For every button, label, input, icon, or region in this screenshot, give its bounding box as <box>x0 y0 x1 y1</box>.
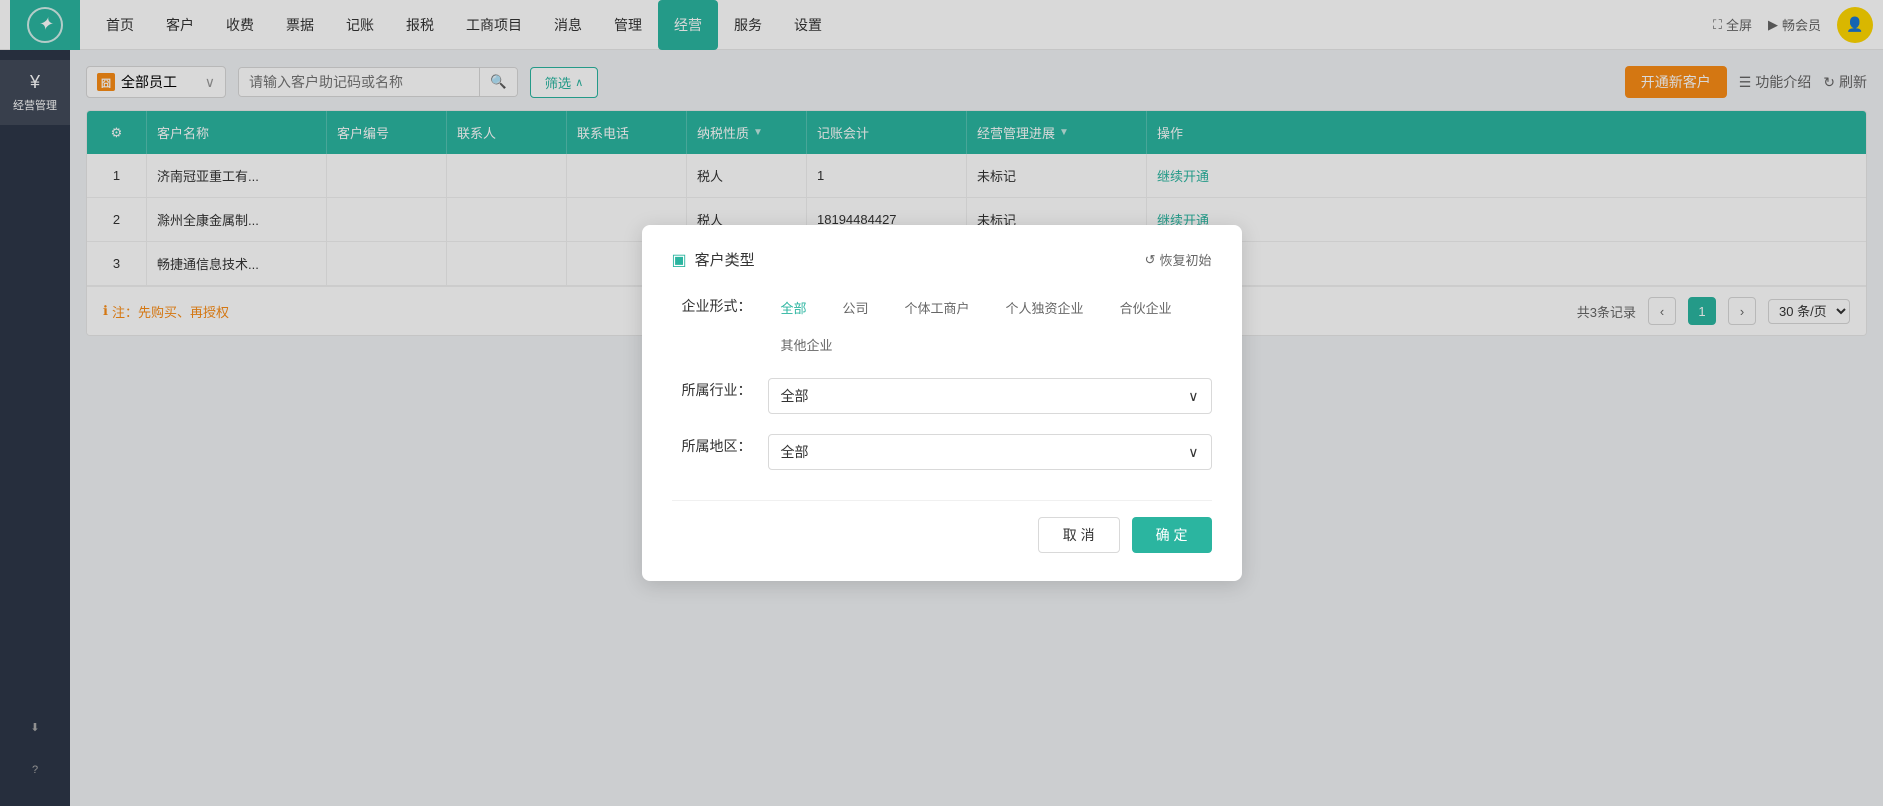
tag-other[interactable]: 其他企业 <box>768 331 846 358</box>
region-label: 所属地区： <box>672 434 752 456</box>
region-value: 全部 <box>781 442 809 462</box>
modal-title-icon: ▣ <box>672 250 687 270</box>
confirm-button[interactable]: 确 定 <box>1132 517 1212 553</box>
enterprise-form-content: 全部 公司 个体工商户 个人独资企业 合伙企业 其他企业 <box>768 294 1212 358</box>
modal-reset-button[interactable]: ↺ 恢复初始 <box>1145 250 1212 269</box>
modal-footer: 取 消 确 定 <box>672 500 1212 553</box>
industry-select[interactable]: 全部 ∨ <box>768 378 1212 414</box>
modal-title: ▣ 客户类型 <box>672 249 755 270</box>
enterprise-form-row: 企业形式： 全部 公司 个体工商户 个人独资企业 合伙企业 其他企业 <box>672 294 1212 358</box>
tag-individual[interactable]: 个体工商户 <box>892 294 983 321</box>
region-dropdown-icon: ∨ <box>1188 444 1198 461</box>
enterprise-tag-group: 全部 公司 个体工商户 个人独资企业 合伙企业 其他企业 <box>768 294 1212 358</box>
reset-icon: ↺ <box>1145 252 1156 268</box>
tag-partnership[interactable]: 合伙企业 <box>1107 294 1185 321</box>
industry-row: 所属行业： 全部 ∨ <box>672 378 1212 414</box>
tag-all[interactable]: 全部 <box>768 294 820 321</box>
cancel-button[interactable]: 取 消 <box>1038 517 1120 553</box>
enterprise-form-label: 企业形式： <box>672 294 752 316</box>
region-content: 全部 ∨ <box>768 434 1212 470</box>
region-select[interactable]: 全部 ∨ <box>768 434 1212 470</box>
modal-header: ▣ 客户类型 ↺ 恢复初始 <box>672 249 1212 270</box>
industry-label: 所属行业： <box>672 378 752 400</box>
industry-content: 全部 ∨ <box>768 378 1212 414</box>
modal-title-text: 客户类型 <box>695 249 755 270</box>
industry-value: 全部 <box>781 386 809 406</box>
filter-modal: ▣ 客户类型 ↺ 恢复初始 企业形式： 全部 公司 个体工商户 个人独资企业 合… <box>642 225 1242 581</box>
region-row: 所属地区： 全部 ∨ <box>672 434 1212 470</box>
tag-company[interactable]: 公司 <box>830 294 882 321</box>
reset-label: 恢复初始 <box>1159 250 1211 269</box>
modal-body: 企业形式： 全部 公司 个体工商户 个人独资企业 合伙企业 其他企业 所属行业： <box>672 294 1212 470</box>
industry-dropdown-icon: ∨ <box>1188 388 1198 405</box>
modal-overlay: ▣ 客户类型 ↺ 恢复初始 企业形式： 全部 公司 个体工商户 个人独资企业 合… <box>0 0 1883 806</box>
tag-sole[interactable]: 个人独资企业 <box>993 294 1097 321</box>
